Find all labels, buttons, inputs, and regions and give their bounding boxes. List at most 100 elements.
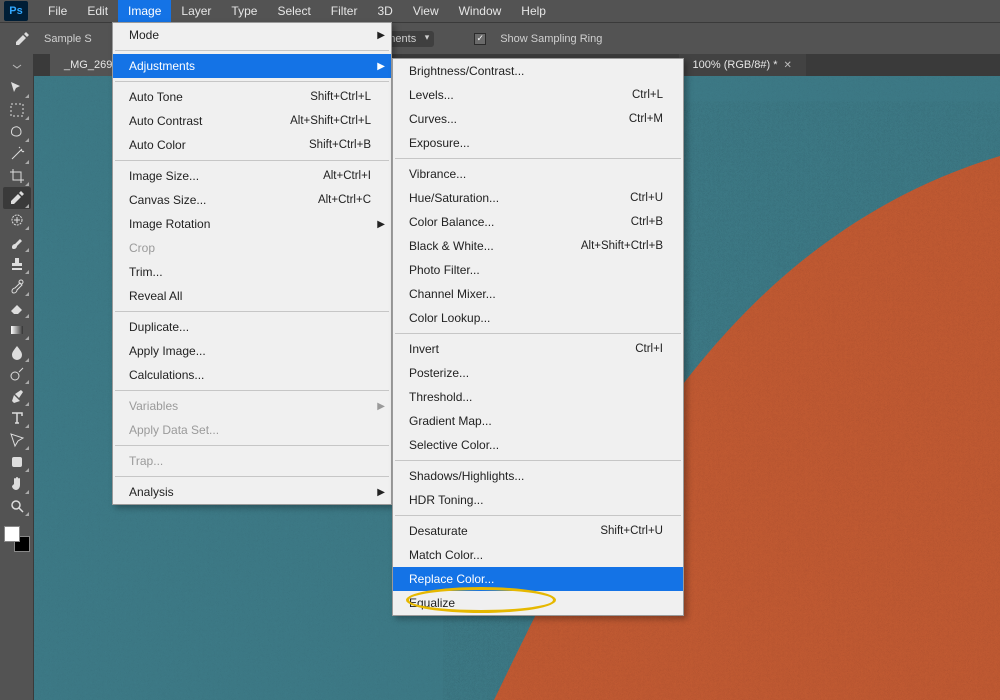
tool-move[interactable] [3, 77, 31, 99]
menubar-item-3d[interactable]: 3D [367, 0, 402, 22]
tool-lasso[interactable] [3, 121, 31, 143]
menubar-item-select[interactable]: Select [267, 0, 320, 22]
menu-item-equalize[interactable]: Equalize [393, 591, 683, 615]
menubar-item-edit[interactable]: Edit [77, 0, 118, 22]
menu-item-label: Exposure... [409, 136, 663, 150]
tool-history[interactable] [3, 275, 31, 297]
menu-item-vibrance[interactable]: Vibrance... [393, 162, 683, 186]
tool-zoom[interactable] [3, 495, 31, 517]
menu-item-brightness-contrast[interactable]: Brightness/Contrast... [393, 59, 683, 83]
tool-eraser[interactable] [3, 297, 31, 319]
menu-item-variables: Variables▶ [113, 394, 391, 418]
menu-item-shortcut: Alt+Ctrl+I [323, 170, 371, 182]
tool-eyedropper[interactable] [3, 187, 31, 209]
menu-item-analysis[interactable]: Analysis▶ [113, 480, 391, 504]
document-tab-label: 100% (RGB/8#) * [693, 59, 778, 71]
tool-gradient[interactable] [3, 319, 31, 341]
menu-item-posterize[interactable]: Posterize... [393, 361, 683, 385]
tool-dodge[interactable] [3, 363, 31, 385]
menu-item-replace-color[interactable]: Replace Color... [393, 567, 683, 591]
menu-item-label: Calculations... [129, 368, 371, 382]
menu-item-photo-filter[interactable]: Photo Filter... [393, 258, 683, 282]
menubar-item-file[interactable]: File [38, 0, 77, 22]
menu-item-exposure[interactable]: Exposure... [393, 131, 683, 155]
menu-item-auto-color[interactable]: Auto ColorShift+Ctrl+B [113, 133, 391, 157]
tool-healing[interactable] [3, 209, 31, 231]
tool-crop[interactable] [3, 165, 31, 187]
tool-marquee[interactable] [3, 99, 31, 121]
menu-item-trim[interactable]: Trim... [113, 260, 391, 284]
menu-item-desaturate[interactable]: DesaturateShift+Ctrl+U [393, 519, 683, 543]
menu-item-label: Brightness/Contrast... [409, 64, 663, 78]
menubar-item-layer[interactable]: Layer [171, 0, 221, 22]
menu-item-label: Invert [409, 342, 605, 356]
menu-item-mode[interactable]: Mode ▶ [113, 23, 391, 47]
menu-separator [395, 460, 681, 461]
submenu-arrow-icon: ▶ [377, 30, 385, 41]
menu-item-channel-mixer[interactable]: Channel Mixer... [393, 282, 683, 306]
menu-item-calculations[interactable]: Calculations... [113, 363, 391, 387]
tool-wand[interactable] [3, 143, 31, 165]
tool-pen[interactable] [3, 385, 31, 407]
menu-item-shortcut: Ctrl+U [630, 192, 663, 204]
document-tab[interactable]: 100% (RGB/8#) * ✕ [679, 54, 806, 76]
show-ring-label: Show Sampling Ring [500, 33, 602, 45]
tool-blur[interactable] [3, 341, 31, 363]
menu-item-canvas-size[interactable]: Canvas Size... Alt+Ctrl+C [113, 188, 391, 212]
menu-item-apply-data-set: Apply Data Set... [113, 418, 391, 442]
menu-item-match-color[interactable]: Match Color... [393, 543, 683, 567]
menu-item-label: Apply Image... [129, 344, 371, 358]
menu-item-invert[interactable]: Invert Ctrl+I [393, 337, 683, 361]
tool-hand[interactable] [3, 473, 31, 495]
menu-item-color-lookup[interactable]: Color Lookup... [393, 306, 683, 330]
menu-item-shortcut: Ctrl+M [629, 113, 663, 125]
menubar-item-image[interactable]: Image [118, 0, 171, 22]
menu-item-reveal-all[interactable]: Reveal All [113, 284, 391, 308]
menu-item-label: Canvas Size... [129, 193, 288, 207]
menu-item-levels[interactable]: Levels...Ctrl+L [393, 83, 683, 107]
close-icon[interactable]: ✕ [784, 60, 792, 71]
menu-item-shortcut: Ctrl+I [635, 343, 663, 355]
menu-separator [115, 81, 389, 82]
tool-path[interactable] [3, 429, 31, 451]
menu-item-adjustments[interactable]: Adjustments▶ [113, 54, 391, 78]
show-ring-checkbox[interactable]: ✓ [474, 33, 486, 45]
menu-item-hdr-toning[interactable]: HDR Toning... [393, 488, 683, 512]
menu-item-shadows-highlights[interactable]: Shadows/Highlights... [393, 464, 683, 488]
menu-item-image-rotation[interactable]: Image Rotation▶ [113, 212, 391, 236]
tool-type[interactable] [3, 407, 31, 429]
tool-preset-icon[interactable] [10, 27, 34, 51]
menu-item-label: Photo Filter... [409, 263, 663, 277]
color-swatches[interactable] [4, 526, 30, 552]
menu-item-selective-color[interactable]: Selective Color... [393, 433, 683, 457]
foreground-color-swatch[interactable] [4, 526, 20, 542]
menubar-item-filter[interactable]: Filter [321, 0, 368, 22]
menu-item-shortcut: Shift+Ctrl+L [310, 91, 371, 103]
menu-separator [115, 311, 389, 312]
menu-item-image-size[interactable]: Image Size...Alt+Ctrl+I [113, 164, 391, 188]
menu-item-label: Mode [129, 28, 371, 42]
menubar-item-view[interactable]: View [403, 0, 449, 22]
menu-item-color-balance[interactable]: Color Balance...Ctrl+B [393, 210, 683, 234]
menu-item-apply-image[interactable]: Apply Image... [113, 339, 391, 363]
menu-item-curves[interactable]: Curves...Ctrl+M [393, 107, 683, 131]
menu-item-threshold[interactable]: Threshold... [393, 385, 683, 409]
menu-item-label: Match Color... [409, 548, 663, 562]
tool-stamp[interactable] [3, 253, 31, 275]
menu-item-hue-saturation[interactable]: Hue/Saturation...Ctrl+U [393, 186, 683, 210]
tool-shape[interactable] [3, 451, 31, 473]
menu-item-black-white[interactable]: Black & White...Alt+Shift+Ctrl+B [393, 234, 683, 258]
menu-item-auto-tone[interactable]: Auto ToneShift+Ctrl+L [113, 85, 391, 109]
expand-icon[interactable] [3, 60, 31, 74]
menu-separator [115, 476, 389, 477]
menubar-item-help[interactable]: Help [511, 0, 556, 22]
menubar-item-type[interactable]: Type [221, 0, 267, 22]
menu-item-label: Replace Color... [409, 572, 663, 586]
menu-item-shortcut: Alt+Ctrl+C [318, 194, 371, 206]
menu-item-gradient-map[interactable]: Gradient Map... [393, 409, 683, 433]
menu-item-auto-contrast[interactable]: Auto ContrastAlt+Shift+Ctrl+L [113, 109, 391, 133]
menubar-item-window[interactable]: Window [449, 0, 512, 22]
menu-item-duplicate[interactable]: Duplicate... [113, 315, 391, 339]
tool-brush[interactable] [3, 231, 31, 253]
menu-item-label: HDR Toning... [409, 493, 663, 507]
